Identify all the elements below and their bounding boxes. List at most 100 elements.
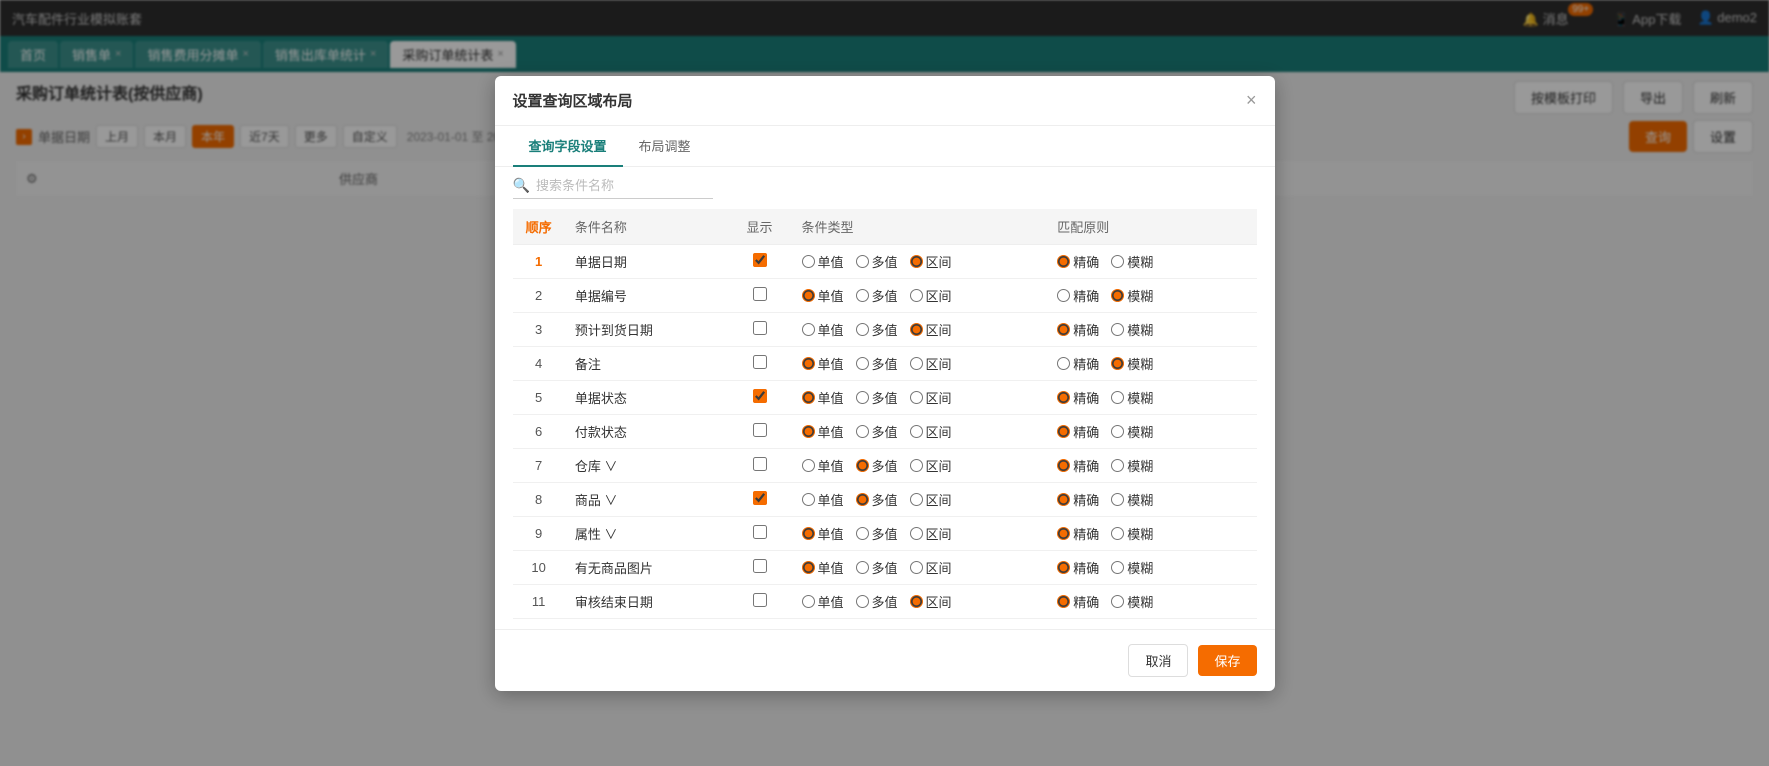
type-option-多值[interactable]: 多值 xyxy=(856,422,898,441)
row-type: 单值多值区间 xyxy=(792,448,1048,482)
row-order: 6 xyxy=(513,414,565,448)
th-show: 显示 xyxy=(728,209,792,245)
match-option-模糊[interactable]: 模糊 xyxy=(1111,490,1153,509)
show-checkbox[interactable] xyxy=(753,355,767,369)
show-checkbox[interactable] xyxy=(753,389,767,403)
search-input[interactable] xyxy=(536,178,696,193)
type-option-区间[interactable]: 区间 xyxy=(910,490,952,509)
type-option-区间[interactable]: 区间 xyxy=(910,252,952,271)
type-option-区间[interactable]: 区间 xyxy=(910,558,952,577)
type-option-单值[interactable]: 单值 xyxy=(802,286,844,305)
show-checkbox[interactable] xyxy=(753,457,767,471)
type-option-多值[interactable]: 多值 xyxy=(856,592,898,611)
row-show xyxy=(728,584,792,618)
show-checkbox[interactable] xyxy=(753,559,767,573)
match-option-精确[interactable]: 精确 xyxy=(1057,320,1099,339)
modal-tab-query[interactable]: 查询字段设置 xyxy=(513,126,623,167)
type-option-区间[interactable]: 区间 xyxy=(910,422,952,441)
row-order: 7 xyxy=(513,448,565,482)
table-row: 2单据编号单值多值区间精确模糊 xyxy=(513,278,1257,312)
type-option-区间[interactable]: 区间 xyxy=(910,388,952,407)
row-name: 单据日期 xyxy=(565,244,728,278)
row-name: 有无商品图片 xyxy=(565,550,728,584)
modal-search-area: 🔍 xyxy=(495,167,1275,209)
match-option-模糊[interactable]: 模糊 xyxy=(1111,422,1153,441)
type-option-单值[interactable]: 单值 xyxy=(802,388,844,407)
match-option-模糊[interactable]: 模糊 xyxy=(1111,388,1153,407)
row-type: 单值多值区间 xyxy=(792,244,1048,278)
match-option-精确[interactable]: 精确 xyxy=(1057,252,1099,271)
match-option-模糊[interactable]: 模糊 xyxy=(1111,558,1153,577)
type-option-单值[interactable]: 单值 xyxy=(802,422,844,441)
row-type: 单值多值区间 xyxy=(792,584,1048,618)
match-option-精确[interactable]: 精确 xyxy=(1057,388,1099,407)
match-option-模糊[interactable]: 模糊 xyxy=(1111,592,1153,611)
search-wrap: 🔍 xyxy=(513,177,713,199)
match-option-模糊[interactable]: 模糊 xyxy=(1111,524,1153,543)
type-option-多值[interactable]: 多值 xyxy=(856,320,898,339)
type-option-多值[interactable]: 多值 xyxy=(856,388,898,407)
row-order: 2 xyxy=(513,278,565,312)
row-order: 9 xyxy=(513,516,565,550)
match-option-模糊[interactable]: 模糊 xyxy=(1111,286,1153,305)
show-checkbox[interactable] xyxy=(753,321,767,335)
type-option-单值[interactable]: 单值 xyxy=(802,592,844,611)
match-option-精确[interactable]: 精确 xyxy=(1057,422,1099,441)
match-option-精确[interactable]: 精确 xyxy=(1057,592,1099,611)
row-match: 精确模糊 xyxy=(1047,312,1256,346)
show-checkbox[interactable] xyxy=(753,593,767,607)
type-option-多值[interactable]: 多值 xyxy=(856,252,898,271)
show-checkbox[interactable] xyxy=(753,253,767,267)
match-option-模糊[interactable]: 模糊 xyxy=(1111,456,1153,475)
type-option-多值[interactable]: 多值 xyxy=(856,286,898,305)
type-option-区间[interactable]: 区间 xyxy=(910,320,952,339)
cancel-button[interactable]: 取消 xyxy=(1128,644,1188,677)
type-option-单值[interactable]: 单值 xyxy=(802,320,844,339)
type-option-多值[interactable]: 多值 xyxy=(856,558,898,577)
show-checkbox[interactable] xyxy=(753,525,767,539)
show-checkbox[interactable] xyxy=(753,287,767,301)
type-option-单值[interactable]: 单值 xyxy=(802,354,844,373)
save-button[interactable]: 保存 xyxy=(1198,645,1256,676)
match-option-精确[interactable]: 精确 xyxy=(1057,286,1099,305)
type-option-单值[interactable]: 单值 xyxy=(802,490,844,509)
match-option-精确[interactable]: 精确 xyxy=(1057,524,1099,543)
type-option-单值[interactable]: 单值 xyxy=(802,524,844,543)
type-option-区间[interactable]: 区间 xyxy=(910,592,952,611)
row-show xyxy=(728,244,792,278)
row-match: 精确模糊 xyxy=(1047,516,1256,550)
row-match: 精确模糊 xyxy=(1047,278,1256,312)
match-option-精确[interactable]: 精确 xyxy=(1057,456,1099,475)
type-option-区间[interactable]: 区间 xyxy=(910,286,952,305)
match-option-模糊[interactable]: 模糊 xyxy=(1111,354,1153,373)
type-option-区间[interactable]: 区间 xyxy=(910,354,952,373)
type-option-多值[interactable]: 多值 xyxy=(856,354,898,373)
row-show xyxy=(728,516,792,550)
match-option-模糊[interactable]: 模糊 xyxy=(1111,252,1153,271)
row-show xyxy=(728,312,792,346)
type-option-多值[interactable]: 多值 xyxy=(856,456,898,475)
match-option-精确[interactable]: 精确 xyxy=(1057,558,1099,577)
type-option-单值[interactable]: 单值 xyxy=(802,252,844,271)
modal-close-button[interactable]: × xyxy=(1246,91,1257,109)
type-option-区间[interactable]: 区间 xyxy=(910,456,952,475)
match-option-精确[interactable]: 精确 xyxy=(1057,490,1099,509)
match-option-模糊[interactable]: 模糊 xyxy=(1111,320,1153,339)
show-checkbox[interactable] xyxy=(753,423,767,437)
type-option-多值[interactable]: 多值 xyxy=(856,524,898,543)
row-type: 单值多值区间 xyxy=(792,516,1048,550)
row-match: 精确模糊 xyxy=(1047,380,1256,414)
row-order: 11 xyxy=(513,584,565,618)
modal-tab-layout[interactable]: 布局调整 xyxy=(623,126,707,167)
show-checkbox[interactable] xyxy=(753,491,767,505)
row-name: 审核结束日期 xyxy=(565,584,728,618)
row-show xyxy=(728,346,792,380)
type-option-单值[interactable]: 单值 xyxy=(802,456,844,475)
type-option-单值[interactable]: 单值 xyxy=(802,558,844,577)
match-option-精确[interactable]: 精确 xyxy=(1057,354,1099,373)
type-option-区间[interactable]: 区间 xyxy=(910,524,952,543)
type-option-多值[interactable]: 多值 xyxy=(856,490,898,509)
row-order: 4 xyxy=(513,346,565,380)
row-show xyxy=(728,482,792,516)
row-type: 单值多值区间 xyxy=(792,414,1048,448)
